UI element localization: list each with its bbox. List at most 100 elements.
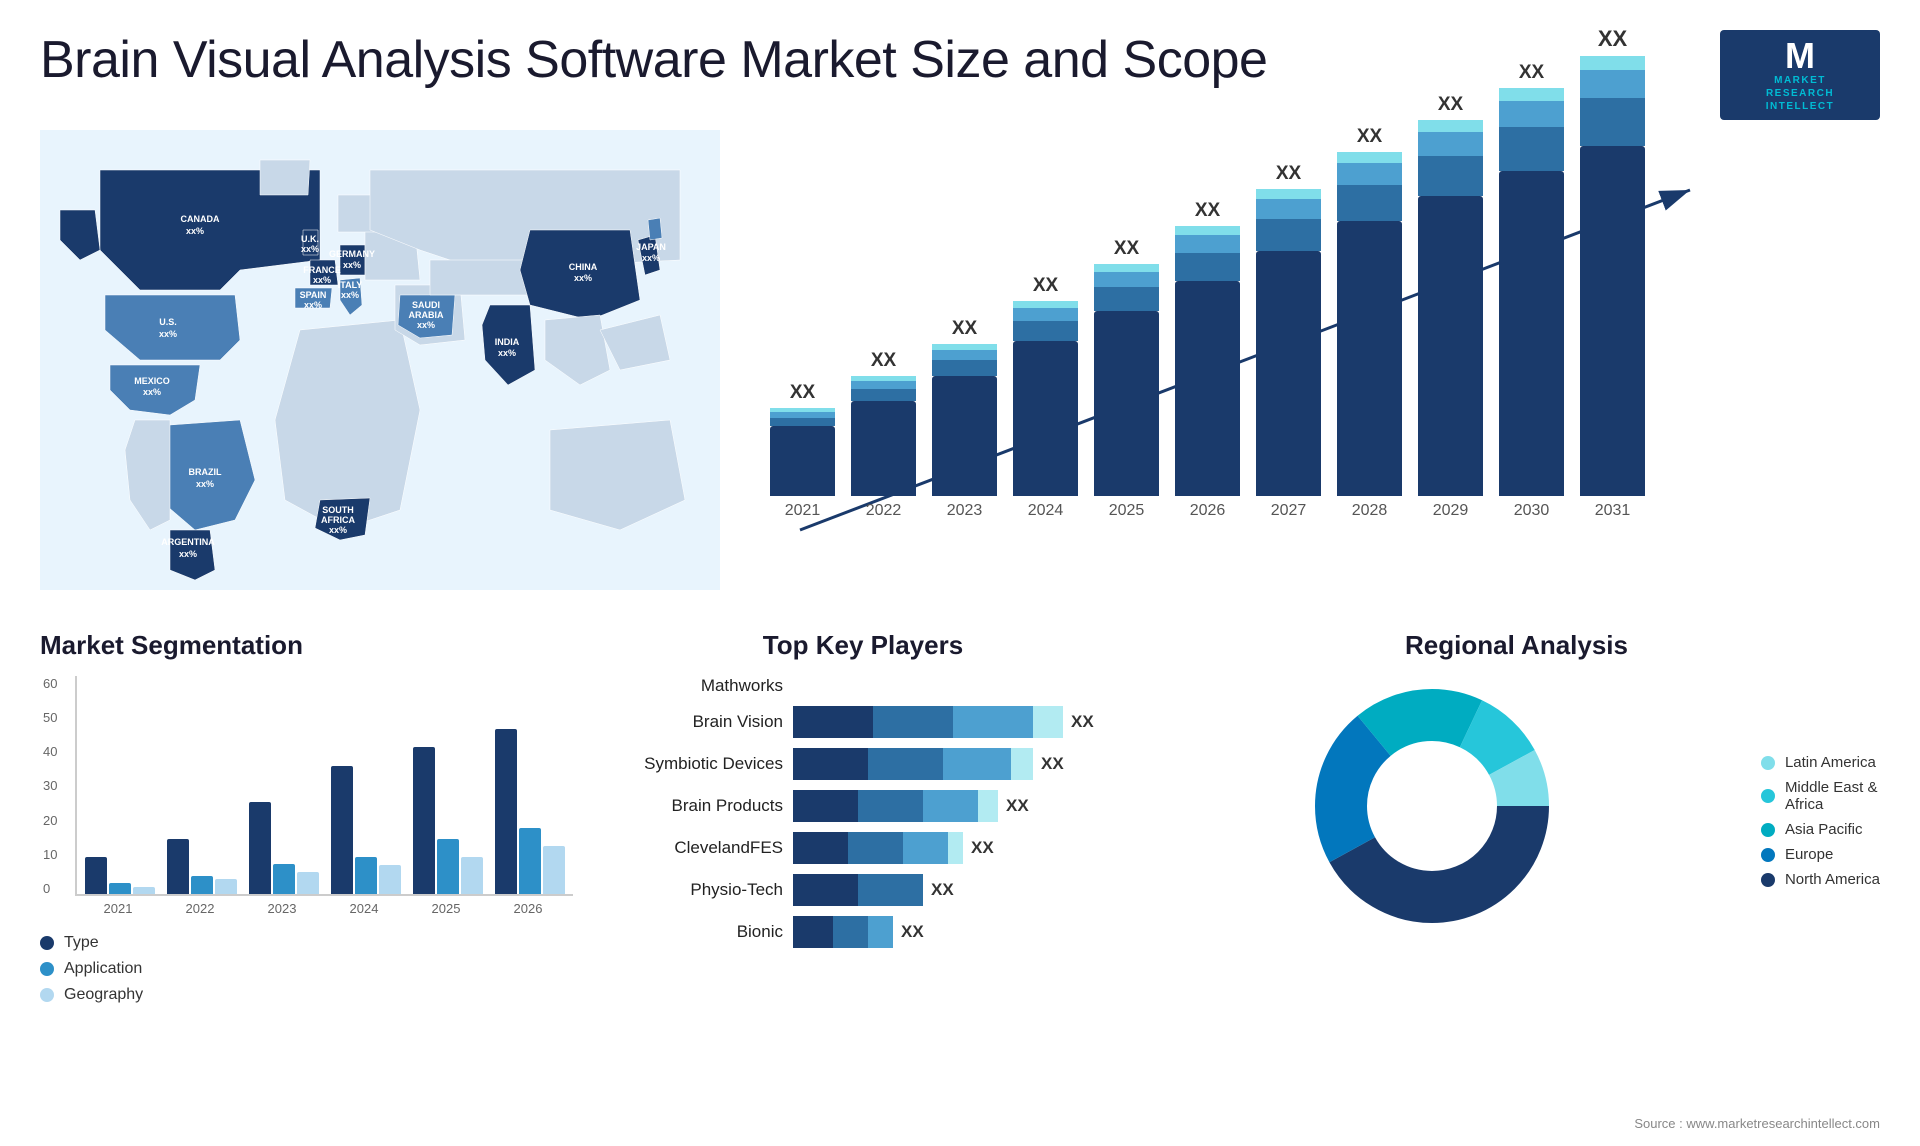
bar-bionic	[793, 916, 893, 948]
year-label-2024: 2024	[1028, 502, 1064, 520]
bar-chart-container: XX 2021 XX	[750, 140, 1880, 560]
regional-legend: Latin America Middle East &Africa Asia P…	[1761, 754, 1880, 888]
player-bar-cleveland: XX	[793, 832, 1113, 864]
seg-year-2021: 2021	[83, 901, 153, 916]
player-bar-brain-products: XX	[793, 790, 1113, 822]
germany-label: GERMANY	[329, 249, 375, 259]
seg-year-labels: 2021 2022 2023 2024 2025 2026	[75, 901, 573, 916]
uk-value: xx%	[301, 244, 319, 254]
bar-label-2029: XX	[1438, 94, 1463, 116]
italy-value: xx%	[341, 290, 359, 300]
type-label: Type	[64, 934, 99, 952]
bar-symbiotic	[793, 748, 1033, 780]
safrica-label: SOUTH	[322, 505, 354, 515]
india-value: xx%	[498, 348, 516, 358]
middle-east-africa-label: Middle East &Africa	[1785, 779, 1878, 813]
bar-physio	[793, 874, 923, 906]
geography-dot	[40, 988, 54, 1002]
argentina-value: xx%	[179, 549, 197, 559]
saudi-value: xx%	[417, 320, 435, 330]
player-name-brain-products: Brain Products	[613, 796, 783, 816]
bar-label-2025: XX	[1114, 238, 1139, 260]
seg-year-2026: 2026	[493, 901, 563, 916]
china-label: CHINA	[569, 262, 598, 272]
uk-label: U.K.	[301, 234, 319, 244]
segmentation-section: Market Segmentation 60 50 40 30 20 10 0	[40, 630, 573, 1000]
bar-label-2031: XX	[1598, 26, 1627, 52]
bar-label-2022: XX	[871, 350, 896, 372]
regional-content: Latin America Middle East &Africa Asia P…	[1153, 676, 1880, 956]
player-symbiotic: Symbiotic Devices XX	[613, 748, 1113, 780]
seg-year-2025: 2025	[411, 901, 481, 916]
middle-east-africa-dot	[1761, 789, 1775, 803]
player-xx-brain-vision: XX	[1071, 712, 1094, 732]
bar-label-2023: XX	[952, 318, 977, 340]
regional-section: Regional Analysis	[1153, 630, 1880, 1000]
legend-north-america: North America	[1761, 871, 1880, 888]
y-30: 30	[43, 778, 57, 793]
application-label: Application	[64, 960, 142, 978]
player-cleveland: ClevelandFES XX	[613, 832, 1113, 864]
player-brain-vision: Brain Vision XX	[613, 706, 1113, 738]
mexico-value: xx%	[143, 387, 161, 397]
spain-value: xx%	[304, 300, 322, 310]
player-physio: Physio-Tech XX	[613, 874, 1113, 906]
seg-group-2022	[167, 839, 237, 894]
bar-label-2026: XX	[1195, 200, 1220, 222]
bar-2025: XX 2025	[1094, 238, 1159, 520]
saudi-label2: ARABIA	[409, 310, 444, 320]
year-label-2027: 2027	[1271, 502, 1307, 520]
italy-label: ITALY	[338, 280, 363, 290]
safrica-value: xx%	[329, 525, 347, 535]
japan-label: JAPAN	[636, 242, 666, 252]
player-brain-products: Brain Products XX	[613, 790, 1113, 822]
bottom-section: Market Segmentation 60 50 40 30 20 10 0	[0, 610, 1920, 1010]
player-name-symbiotic: Symbiotic Devices	[613, 754, 783, 774]
logo-letter: M	[1785, 38, 1815, 74]
latin-america-dot	[1761, 756, 1775, 770]
bar-2029: XX 2029	[1418, 94, 1483, 520]
bar-2028: XX 2028	[1337, 126, 1402, 520]
bar-label-2030: XX	[1519, 62, 1544, 84]
china-value: xx%	[574, 273, 592, 283]
player-bar-physio: XX	[793, 874, 1113, 906]
players-section: Top Key Players Mathworks Brain Vision X…	[613, 630, 1113, 1000]
y-50: 50	[43, 710, 57, 725]
japan-value: xx%	[642, 253, 660, 263]
bar-label-2028: XX	[1357, 126, 1382, 148]
brazil-value: xx%	[196, 479, 214, 489]
year-label-2023: 2023	[947, 502, 983, 520]
legend-application: Application	[40, 960, 573, 978]
year-label-2021: 2021	[785, 502, 821, 520]
bar-2022: XX 2022	[851, 350, 916, 520]
seg-group-2026	[495, 729, 565, 894]
europe-label: Europe	[1785, 846, 1833, 863]
source-text: Source : www.marketresearchintellect.com	[1634, 1116, 1880, 1131]
bar-brain-vision	[793, 706, 1063, 738]
legend-asia-pacific: Asia Pacific	[1761, 821, 1880, 838]
legend-middle-east-africa: Middle East &Africa	[1761, 779, 1880, 813]
seg-group-2024	[331, 766, 401, 894]
seg-year-2024: 2024	[329, 901, 399, 916]
application-dot	[40, 962, 54, 976]
logo-box: M MARKETRESEARCHINTELLECT	[1720, 30, 1880, 120]
bar-2031: XX 2031	[1580, 26, 1645, 520]
page-title: Brain Visual Analysis Software Market Si…	[40, 30, 1267, 90]
seg-chart	[75, 676, 573, 896]
player-bionic: Bionic XX	[613, 916, 1113, 948]
germany-value: xx%	[343, 260, 361, 270]
bar-chart-section: XX 2021 XX	[750, 130, 1880, 610]
world-map-section: CANADA xx% U.S. xx% MEXICO xx% BRAZIL xx…	[40, 130, 720, 610]
player-mathworks: Mathworks	[613, 676, 1113, 696]
mexico-label: MEXICO	[134, 376, 170, 386]
y-0: 0	[43, 881, 57, 896]
bar-label-2021: XX	[790, 382, 815, 404]
seg-group-2023	[249, 802, 319, 894]
player-xx-bionic: XX	[901, 922, 924, 942]
player-name-mathworks: Mathworks	[613, 676, 783, 696]
player-name-physio: Physio-Tech	[613, 880, 783, 900]
world-map-svg: CANADA xx% U.S. xx% MEXICO xx% BRAZIL xx…	[40, 130, 720, 590]
seg-year-2022: 2022	[165, 901, 235, 916]
year-label-2026: 2026	[1190, 502, 1226, 520]
us-label: U.S.	[159, 317, 177, 327]
